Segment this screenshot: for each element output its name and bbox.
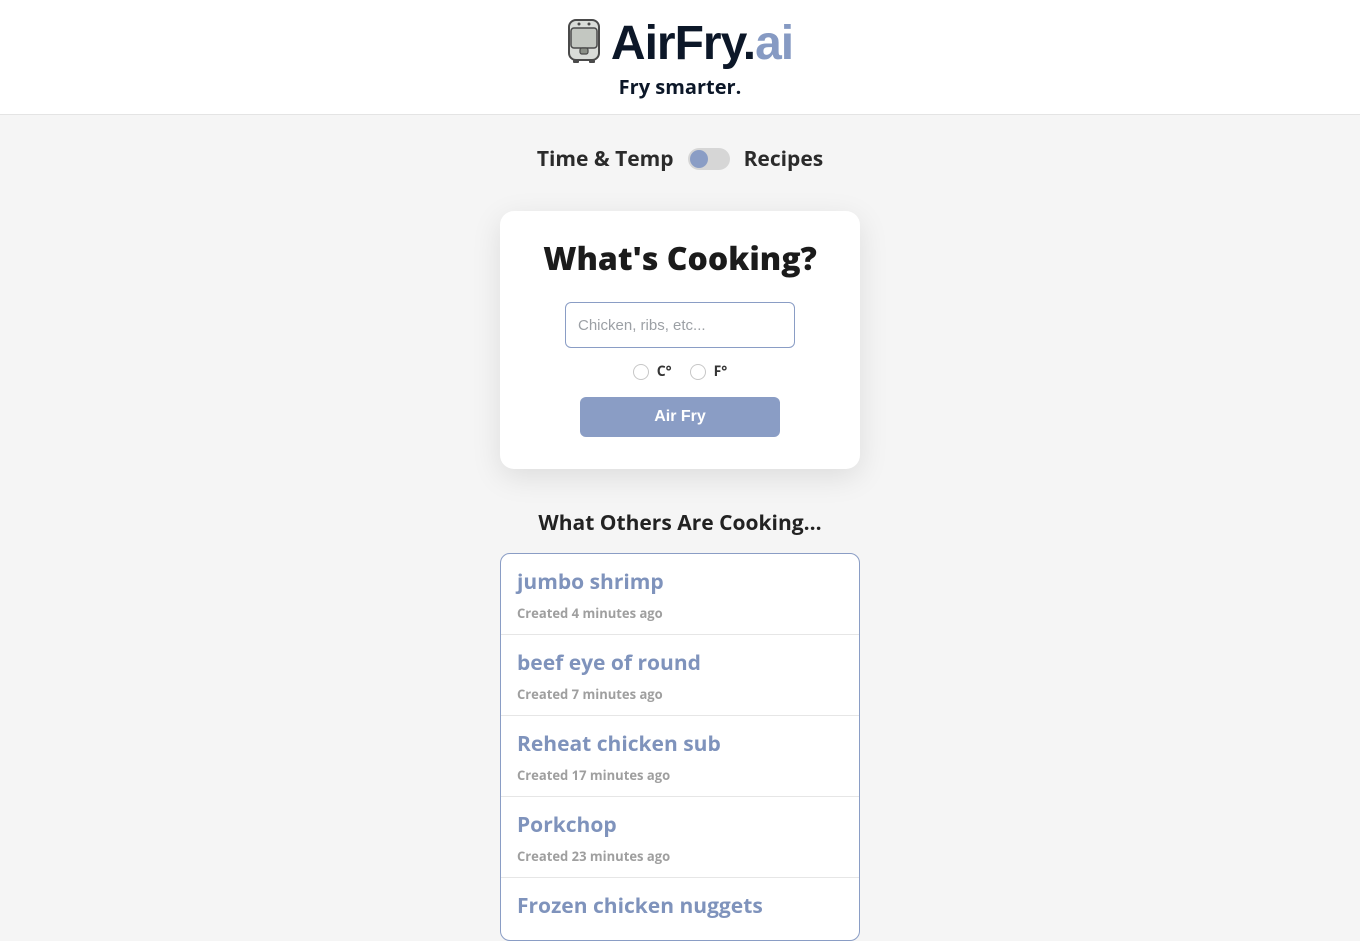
airfryer-icon: [567, 18, 601, 69]
tagline: Fry smarter.: [0, 73, 1360, 100]
list-item[interactable]: Reheat chicken sub Created 17 minutes ag…: [501, 716, 859, 797]
toggle-knob: [690, 150, 708, 168]
unit-fahrenheit-group: F°: [690, 362, 728, 381]
unit-radio-row: C° F°: [530, 362, 830, 381]
mode-toggle[interactable]: [688, 148, 730, 170]
others-heading: What Others Are Cooking...: [0, 509, 1360, 537]
brand-main: AirFry.: [611, 17, 755, 70]
logo-row: AirFry.ai: [0, 16, 1360, 71]
list-item[interactable]: Frozen chicken nuggets: [501, 878, 859, 940]
unit-fahrenheit-label: F°: [714, 362, 728, 381]
list-item[interactable]: beef eye of round Created 7 minutes ago: [501, 635, 859, 716]
cooking-card: What's Cooking? C° F° Air Fry: [500, 211, 860, 469]
list-item-title: Reheat chicken sub: [517, 730, 843, 758]
list-item-meta: Created 17 minutes ago: [517, 766, 843, 784]
list-item-meta: Created 4 minutes ago: [517, 604, 843, 622]
food-input[interactable]: [565, 302, 795, 348]
mode-toggle-row: Time & Temp Recipes: [0, 145, 1360, 173]
brand-suffix: ai: [755, 17, 793, 70]
card-heading: What's Cooking?: [530, 237, 830, 280]
unit-celsius-radio[interactable]: [633, 364, 649, 380]
list-item-title: Porkchop: [517, 811, 843, 839]
toggle-label-left: Time & Temp: [537, 145, 674, 173]
list-item[interactable]: Porkchop Created 23 minutes ago: [501, 797, 859, 878]
unit-celsius-label: C°: [657, 362, 672, 381]
brand-name: AirFry.ai: [611, 16, 793, 71]
unit-fahrenheit-radio[interactable]: [690, 364, 706, 380]
unit-celsius-group: C°: [633, 362, 672, 381]
others-list: jumbo shrimp Created 4 minutes ago beef …: [500, 553, 860, 941]
list-item-title: jumbo shrimp: [517, 568, 843, 596]
list-item-title: Frozen chicken nuggets: [517, 892, 843, 920]
list-item-meta: Created 7 minutes ago: [517, 685, 843, 703]
list-item-meta: Created 23 minutes ago: [517, 847, 843, 865]
list-item[interactable]: jumbo shrimp Created 4 minutes ago: [501, 554, 859, 635]
list-item-title: beef eye of round: [517, 649, 843, 677]
toggle-label-right: Recipes: [744, 145, 824, 173]
header: AirFry.ai Fry smarter.: [0, 0, 1360, 115]
airfry-button[interactable]: Air Fry: [580, 397, 780, 437]
